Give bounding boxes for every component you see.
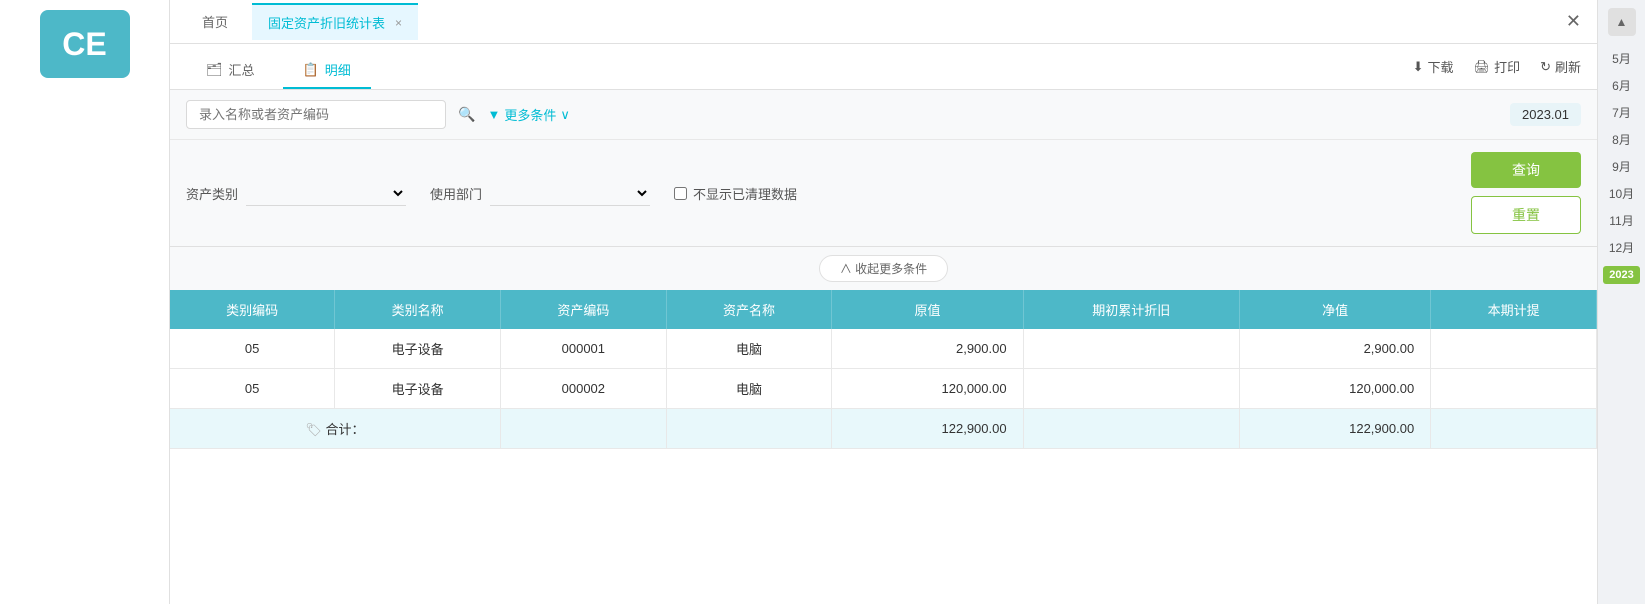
content-area: 🗂 汇总 📋 明细 ⬇ 下载 🖨 打印 ↻ 刷新 — [170, 44, 1597, 604]
reset-button[interactable]: 重置 — [1471, 196, 1581, 234]
tab-summary[interactable]: 🗂 汇总 — [186, 52, 275, 89]
search-icon[interactable]: 🔍 — [458, 106, 475, 123]
collapse-label: ∧ 收起更多条件 — [840, 260, 927, 277]
print-icon: 🖨 — [1474, 59, 1491, 75]
table-total-row: 🏷 合计： 122,900.00 122,900.00 — [170, 409, 1597, 449]
tab-active[interactable]: 固定资产折旧统计表 × — [252, 3, 418, 40]
th-asset-code: 资产编码 — [500, 290, 666, 329]
month-7[interactable]: 7月 — [1598, 100, 1645, 125]
cell-asset-name: 电脑 — [666, 369, 832, 409]
active-tab-label: 固定资产折旧统计表 — [268, 13, 385, 32]
cell-original-value: 2,900.00 — [832, 329, 1023, 369]
tab-detail[interactable]: 📋 明细 — [283, 52, 371, 89]
tab-home[interactable]: 首页 — [186, 4, 244, 39]
no-cleared-filter: 不显示已清理数据 — [674, 184, 797, 203]
collapse-row: ∧ 收起更多条件 — [170, 247, 1597, 290]
table-body: 05 电子设备 000001 电脑 2,900.00 2,900.00 05 电… — [170, 329, 1597, 449]
detail-icon: 📋 — [303, 62, 319, 78]
cell-net-value: 120,000.00 — [1240, 369, 1431, 409]
summary-icon: 🗂 — [206, 62, 223, 78]
logo-text: CE — [62, 26, 106, 63]
main-area: 首页 固定资产折旧统计表 × ✕ 🗂 汇总 📋 明细 ⬇ 下载 — [170, 0, 1597, 604]
refresh-icon: ↻ — [1540, 59, 1551, 75]
print-button[interactable]: 🖨 打印 — [1474, 57, 1521, 76]
collapse-button[interactable]: ∧ 收起更多条件 — [819, 255, 948, 282]
cell-category-code: 05 — [170, 369, 335, 409]
asset-category-select[interactable] — [246, 180, 406, 206]
cell-current-depreciation — [1431, 329, 1597, 369]
date-display: 2023.01 — [1510, 103, 1581, 126]
query-button[interactable]: 查询 — [1471, 152, 1581, 188]
total-blank-2 — [666, 409, 832, 449]
total-label-cell: 🏷 合计： — [170, 409, 500, 449]
data-table: 类别编码 类别名称 资产编码 资产名称 原值 期初累计折旧 净值 本期计提 05… — [170, 290, 1597, 449]
refresh-button[interactable]: ↻ 刷新 — [1540, 57, 1581, 76]
download-button[interactable]: ⬇ 下载 — [1413, 57, 1454, 76]
th-original-value: 原值 — [832, 290, 1023, 329]
table-container: 类别编码 类别名称 资产编码 资产名称 原值 期初累计折旧 净值 本期计提 05… — [170, 290, 1597, 604]
month-9[interactable]: 9月 — [1598, 154, 1645, 179]
search-input[interactable] — [186, 100, 446, 129]
total-net-value: 122,900.00 — [1240, 409, 1431, 449]
cell-accumulated-depreciation — [1023, 329, 1239, 369]
total-blank-1 — [500, 409, 666, 449]
cell-category-code: 05 — [170, 329, 335, 369]
cell-asset-name: 电脑 — [666, 329, 832, 369]
th-category-code: 类别编码 — [170, 290, 335, 329]
search-bar: 🔍 ▼ 更多条件 ∨ 2023.01 — [170, 90, 1597, 140]
total-original-value: 122,900.00 — [832, 409, 1023, 449]
table-row: 05 电子设备 000001 电脑 2,900.00 2,900.00 — [170, 329, 1597, 369]
tab-close-icon[interactable]: × — [395, 16, 402, 30]
filter-row: 资产类别 使用部门 不显示已清理数据 查询 重置 — [170, 140, 1597, 247]
month-5[interactable]: 5月 — [1598, 46, 1645, 71]
right-sidebar: ▲ 5月 6月 7月 8月 9月 10月 11月 12月 2023 — [1597, 0, 1645, 604]
month-11[interactable]: 11月 — [1598, 208, 1645, 233]
department-label: 使用部门 — [430, 184, 482, 203]
cell-category-name: 电子设备 — [335, 369, 501, 409]
month-12[interactable]: 12月 — [1598, 235, 1645, 260]
filter-actions: 查询 重置 — [1471, 152, 1581, 234]
asset-category-label: 资产类别 — [186, 184, 238, 203]
left-sidebar: CE — [0, 0, 170, 604]
total-accumulated — [1023, 409, 1239, 449]
cell-net-value: 2,900.00 — [1240, 329, 1431, 369]
logo: CE — [40, 10, 130, 78]
month-8[interactable]: 8月 — [1598, 127, 1645, 152]
cell-category-name: 电子设备 — [335, 329, 501, 369]
download-icon: ⬇ — [1413, 59, 1424, 75]
month-10[interactable]: 10月 — [1598, 181, 1645, 206]
no-cleared-label: 不显示已清理数据 — [693, 184, 797, 203]
cell-original-value: 120,000.00 — [832, 369, 1023, 409]
department-select[interactable] — [490, 180, 650, 206]
th-asset-name: 资产名称 — [666, 290, 832, 329]
table-header-row: 类别编码 类别名称 资产编码 资产名称 原值 期初累计折旧 净值 本期计提 — [170, 290, 1597, 329]
month-6[interactable]: 6月 — [1598, 73, 1645, 98]
cell-asset-code: 000001 — [500, 329, 666, 369]
department-filter: 使用部门 — [430, 180, 650, 206]
tab-bar: 首页 固定资产折旧统计表 × ✕ — [170, 0, 1597, 44]
cell-asset-code: 000002 — [500, 369, 666, 409]
window-close-button[interactable]: ✕ — [1566, 11, 1581, 32]
toolbar-actions: ⬇ 下载 🖨 打印 ↻ 刷新 — [1413, 57, 1581, 84]
th-category-name: 类别名称 — [335, 290, 501, 329]
th-current-depreciation: 本期计提 — [1431, 290, 1597, 329]
cell-current-depreciation — [1431, 369, 1597, 409]
th-accumulated-depreciation: 期初累计折旧 — [1023, 290, 1239, 329]
sub-tab-bar: 🗂 汇总 📋 明细 ⬇ 下载 🖨 打印 ↻ 刷新 — [170, 44, 1597, 90]
th-net-value: 净值 — [1240, 290, 1431, 329]
nav-up-arrow[interactable]: ▲ — [1608, 8, 1636, 36]
asset-category-filter: 资产类别 — [186, 180, 406, 206]
no-cleared-checkbox[interactable] — [674, 187, 687, 200]
cell-accumulated-depreciation — [1023, 369, 1239, 409]
filter-icon: ▼ — [487, 107, 500, 122]
total-icon: 🏷 — [305, 422, 322, 437]
year-badge: 2023 — [1603, 266, 1639, 284]
total-current-depreciation — [1431, 409, 1597, 449]
chevron-down-icon: ∨ — [560, 107, 570, 123]
table-row: 05 电子设备 000002 电脑 120,000.00 120,000.00 — [170, 369, 1597, 409]
more-filter-button[interactable]: ▼ 更多条件 ∨ — [487, 105, 569, 124]
